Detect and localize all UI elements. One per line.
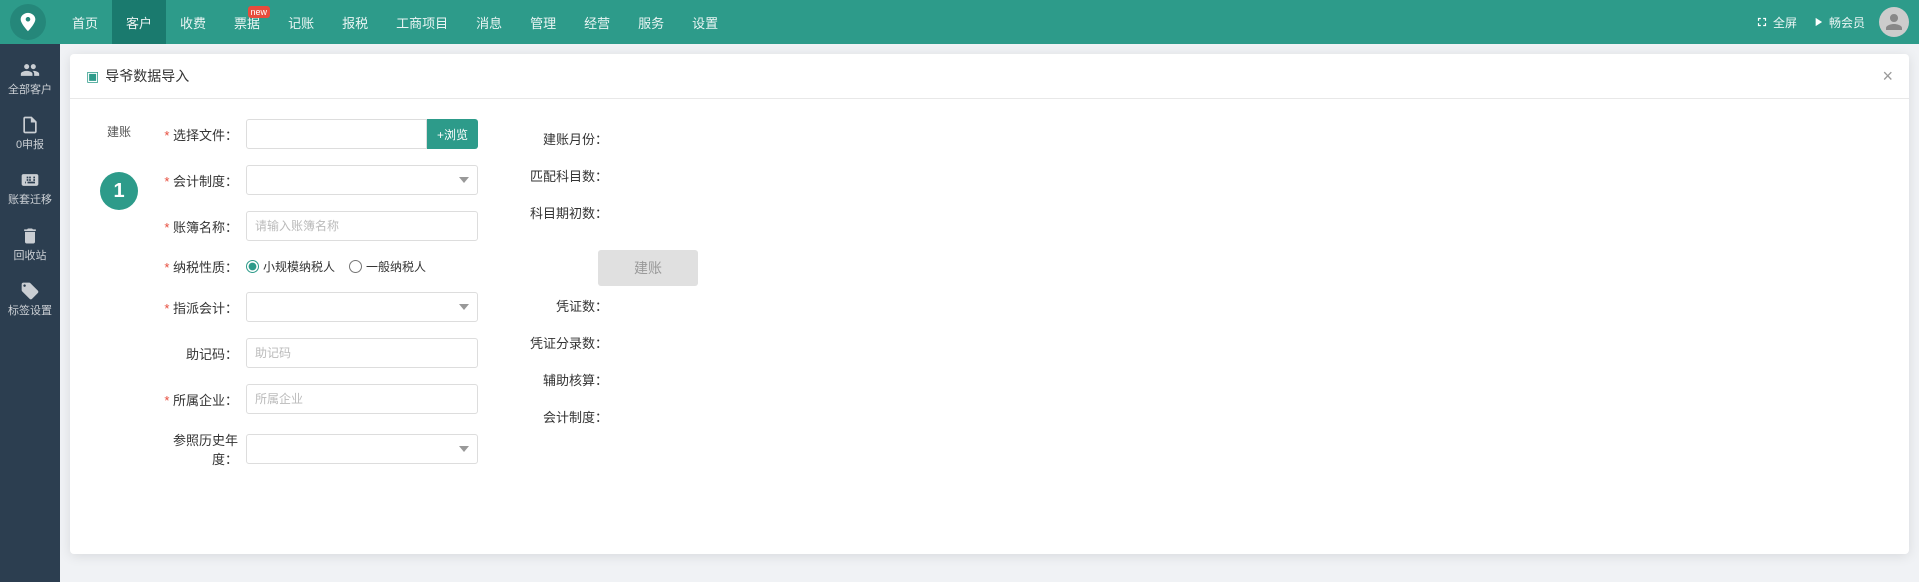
sidebar-item-tag-settings[interactable]: 标签设置 xyxy=(0,273,60,326)
premium-btn[interactable]: 畅会员 xyxy=(1811,14,1865,31)
nav-item-settings[interactable]: 设置 xyxy=(678,0,732,44)
fullscreen-icon xyxy=(1755,15,1769,29)
declaration-icon xyxy=(20,115,40,135)
nav-item-operation[interactable]: 经营 xyxy=(570,0,624,44)
avatar[interactable] xyxy=(1879,7,1909,37)
dialog-title: ▣ 导爷数据导入 xyxy=(86,66,189,86)
owner-input[interactable] xyxy=(246,384,478,414)
file-input-group: +浏览 xyxy=(246,119,478,149)
sidebar-item-recycle[interactable]: 回收站 xyxy=(0,218,60,271)
form-section: 建账 1 选择文件： +浏览 xyxy=(100,119,478,484)
step-label: 建账 xyxy=(107,123,131,140)
step-circle: 1 xyxy=(100,172,138,210)
nav-item-home[interactable]: 首页 xyxy=(58,0,112,44)
form-right: 建账月份： 匹配科目数： 科目期初数： 建账 凭证数： 凭证 xyxy=(518,119,798,484)
auxiliary-label: 辅助核算： xyxy=(518,370,608,389)
nav-items: 首页 客户 收费 票据 new 记账 报税 工商项目 消息 管理 经营 服务 设… xyxy=(58,0,1755,44)
accounting-label: 会计制度： xyxy=(158,171,238,190)
sidebar-item-account-migration[interactable]: 账套迁移 xyxy=(0,162,60,215)
file-group: 选择文件： +浏览 xyxy=(158,119,478,149)
assign-label: 指派会计： xyxy=(158,298,238,317)
nav-item-customer[interactable]: 客户 xyxy=(112,0,166,44)
fullscreen-btn[interactable]: 全屏 xyxy=(1755,14,1797,31)
initial-label: 科目期初数： xyxy=(518,203,608,222)
form-left: 选择文件： +浏览 会计制度： xyxy=(158,119,478,484)
voucher-entry-label: 凭证分录数： xyxy=(518,333,608,352)
dialog-header: ▣ 导爷数据导入 × xyxy=(70,54,1909,99)
auxiliary-row: 辅助核算： xyxy=(518,370,798,389)
ledger-name-group: 账簿名称： xyxy=(158,211,478,241)
tax-general-radio-input[interactable] xyxy=(349,260,362,273)
sidebar: 全部客户 0申报 账套迁移 回收站 标签设置 xyxy=(0,44,60,582)
build-account-button[interactable]: 建账 xyxy=(598,250,698,286)
nav-item-ledger[interactable]: 记账 xyxy=(274,0,328,44)
logo-icon xyxy=(17,11,39,33)
tax-radio-group: 小规模纳税人 一般纳税人 xyxy=(246,258,478,275)
nav-item-tax[interactable]: 报税 xyxy=(328,0,382,44)
tax-small-radio-input[interactable] xyxy=(246,260,259,273)
nav-item-service[interactable]: 服务 xyxy=(624,0,678,44)
year-select[interactable] xyxy=(246,434,478,464)
import-icon: ▣ xyxy=(86,68,99,85)
nav-item-manage[interactable]: 管理 xyxy=(516,0,570,44)
nav-item-invoice[interactable]: 票据 new xyxy=(220,0,274,44)
play-icon xyxy=(1811,15,1825,29)
tax-type-group: 纳税性质： 小规模纳税人 一般纳税人 xyxy=(158,257,478,276)
accounting-group: 会计制度： xyxy=(158,165,478,195)
match-label: 匹配科目数： xyxy=(518,166,608,185)
all-customers-icon xyxy=(20,60,40,80)
browse-button[interactable]: +浏览 xyxy=(427,119,478,149)
sidebar-item-declaration[interactable]: 0申报 xyxy=(0,107,60,160)
initial-row: 科目期初数： xyxy=(518,203,798,222)
month-label: 建账月份： xyxy=(518,129,608,148)
memo-input[interactable] xyxy=(246,338,478,368)
tax-general-radio[interactable]: 一般纳税人 xyxy=(349,258,426,275)
file-input[interactable] xyxy=(246,119,427,149)
main-content: ▣ 导爷数据导入 × 建账 1 选择文件： xyxy=(60,44,1919,582)
layout: 全部客户 0申报 账套迁移 回收站 标签设置 ▣ 导爷数据导入 × xyxy=(0,44,1919,582)
voucher-row: 凭证数： xyxy=(518,296,798,315)
owner-group: 所属企业： xyxy=(158,384,478,414)
tag-icon xyxy=(20,281,40,301)
close-button[interactable]: × xyxy=(1882,67,1893,85)
new-badge: new xyxy=(248,6,271,18)
memo-label: 助记码： xyxy=(158,344,238,363)
assign-group: 指派会计： xyxy=(158,292,478,322)
top-nav: 首页 客户 收费 票据 new 记账 报税 工商项目 消息 管理 经营 服务 设… xyxy=(0,0,1919,44)
accounting-select[interactable] xyxy=(246,165,478,195)
recycle-icon xyxy=(20,226,40,246)
dialog: ▣ 导爷数据导入 × 建账 1 选择文件： xyxy=(70,54,1909,554)
ledger-name-input[interactable] xyxy=(246,211,478,241)
match-row: 匹配科目数： xyxy=(518,166,798,185)
memo-group: 助记码： xyxy=(158,338,478,368)
year-group: 参照历史年度： xyxy=(158,430,478,468)
month-row: 建账月份： xyxy=(518,129,798,148)
logo[interactable] xyxy=(10,4,46,40)
user-avatar-icon xyxy=(1884,12,1904,32)
tax-type-label: 纳税性质： xyxy=(158,257,238,276)
assign-select[interactable] xyxy=(246,292,478,322)
voucher-entry-row: 凭证分录数： xyxy=(518,333,798,352)
nav-right: 全屏 畅会员 xyxy=(1755,7,1909,37)
nav-item-message[interactable]: 消息 xyxy=(462,0,516,44)
file-label: 选择文件： xyxy=(158,125,238,144)
nav-item-fee[interactable]: 收费 xyxy=(166,0,220,44)
dialog-body: 建账 1 选择文件： +浏览 xyxy=(70,99,1909,504)
owner-label: 所属企业： xyxy=(158,390,238,409)
right-accounting-label: 会计制度： xyxy=(518,407,608,426)
sidebar-item-all-customers[interactable]: 全部客户 xyxy=(0,52,60,105)
tax-small-radio[interactable]: 小规模纳税人 xyxy=(246,258,335,275)
nav-item-business[interactable]: 工商项目 xyxy=(382,0,462,44)
year-label: 参照历史年度： xyxy=(158,430,238,468)
right-accounting-row: 会计制度： xyxy=(518,407,798,426)
voucher-label: 凭证数： xyxy=(518,296,608,315)
ledger-name-label: 账簿名称： xyxy=(158,217,238,236)
migration-icon xyxy=(20,170,40,190)
